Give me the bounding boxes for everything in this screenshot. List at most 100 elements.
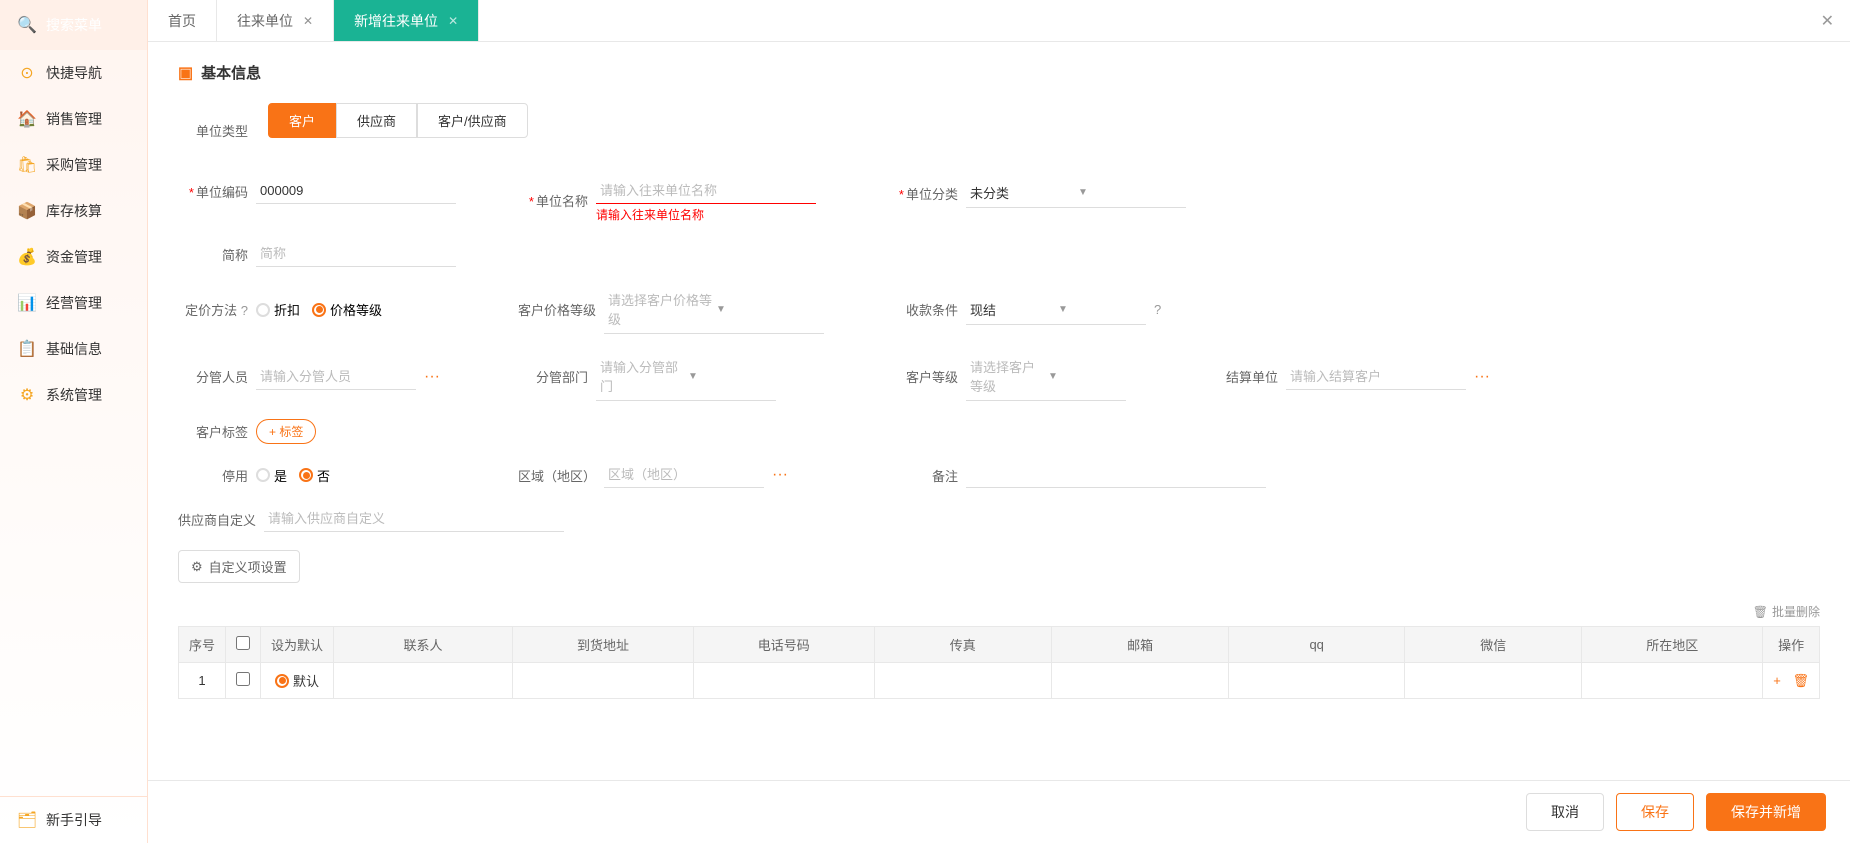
row-contact[interactable] (334, 663, 513, 699)
unit-name-wrap: 请输入往来单位名称 (596, 178, 868, 223)
unit-code-field: 单位编码 (178, 178, 498, 204)
supplier-custom-field: 供应商自定义 (178, 506, 678, 532)
qq-input[interactable] (1239, 673, 1394, 688)
pricing-help-icon[interactable]: ? (241, 303, 248, 318)
sidebar-item-system[interactable]: ⚙ 系统管理 (0, 372, 147, 418)
customer-price-level-select[interactable]: 请选择客户价格等级 ▼ (604, 285, 824, 334)
save-button[interactable]: 保存 (1616, 793, 1694, 831)
sidebar-item-inventory[interactable]: 📦 库存核算 (0, 188, 147, 234)
add-tag-button[interactable]: + 标签 (256, 419, 316, 444)
tabs-close-all[interactable]: ✕ (1805, 0, 1850, 41)
row-wechat[interactable] (1405, 663, 1582, 699)
row-address[interactable] (513, 663, 694, 699)
unit-category-caret: ▼ (1078, 187, 1182, 198)
row-delete-btn[interactable]: 🗑 (1792, 673, 1809, 688)
contact-table: 序号 设为默认 联系人 到货地址 电话号码 传真 邮箱 qq 微信 所在地区 操… (178, 626, 1820, 699)
settlement-unit-label: 结算单位 (1208, 367, 1278, 386)
region-field: 区域（地区） ··· (518, 462, 868, 488)
customer-price-level-label: 客户价格等级 (518, 300, 596, 319)
email-input[interactable] (1062, 673, 1218, 688)
pricing-row: 定价方法 ? 折扣 价格等级 客户价格等级 请选择客户价 (178, 285, 1820, 334)
radio-price-level[interactable]: 价格等级 (312, 300, 382, 319)
department-caret: ▼ (688, 371, 772, 382)
sidebar-item-basic-info[interactable]: 📋 基础信息 (0, 326, 147, 372)
type-btn-both[interactable]: 客户/供应商 (417, 103, 528, 138)
wechat-input[interactable] (1415, 673, 1571, 688)
row-actions: + 🗑 (1763, 663, 1820, 699)
tab-home[interactable]: 首页 (148, 0, 217, 41)
sidebar-item-purchase[interactable]: 🛍 采购管理 (0, 142, 147, 188)
tab-partner[interactable]: 往来单位 ✕ (217, 0, 334, 41)
batch-delete-btn[interactable]: 🗑 批量删除 (1753, 603, 1820, 620)
pricing-method-label: 定价方法 ? (178, 300, 248, 319)
radio-yes-circle (256, 468, 270, 482)
supplier-custom-input[interactable] (264, 506, 564, 532)
row-add-btn[interactable]: + (1773, 673, 1781, 688)
manager-input[interactable] (256, 364, 416, 390)
col-contact: 联系人 (334, 627, 513, 663)
sidebar-item-quick-nav[interactable]: ⊙ 快捷导航 (0, 50, 147, 96)
tab-partner-close[interactable]: ✕ (303, 14, 313, 28)
location-input[interactable] (1592, 673, 1752, 688)
customer-price-level-field: 客户价格等级 请选择客户价格等级 ▼ (518, 285, 868, 334)
payment-terms-help-icon[interactable]: ? (1154, 302, 1161, 317)
customer-level-select[interactable]: 请选择客户等级 ▼ (966, 352, 1126, 401)
tab-new-partner[interactable]: 新增往来单位 ✕ (334, 0, 479, 41)
region-dots[interactable]: ··· (772, 466, 788, 484)
col-address: 到货地址 (513, 627, 694, 663)
tab-new-partner-close[interactable]: ✕ (448, 14, 458, 28)
save-new-button[interactable]: 保存并新增 (1706, 793, 1826, 831)
sidebar-item-search[interactable]: 🔍 搜索菜单 (0, 0, 147, 50)
content-area: ▣ 基本信息 单位类型 客户 供应商 客户/供应商 单位编码 单位名称 请输入往… (148, 42, 1850, 780)
short-name-input[interactable] (256, 241, 456, 267)
row-default-radio[interactable]: 默认 (271, 671, 323, 690)
unit-name-input[interactable] (596, 178, 816, 204)
radio-discount[interactable]: 折扣 (256, 300, 300, 319)
phone-input[interactable] (704, 673, 864, 688)
operations-icon: 📊 (16, 292, 38, 314)
customer-level-caret: ▼ (1048, 371, 1122, 382)
region-input[interactable] (604, 462, 764, 488)
row-location[interactable] (1582, 663, 1763, 699)
col-email: 邮箱 (1051, 627, 1228, 663)
pricing-method-radios: 折扣 价格等级 (256, 300, 382, 319)
unit-code-input[interactable] (256, 178, 456, 204)
remark-input[interactable] (966, 462, 1266, 488)
col-action: 操作 (1763, 627, 1820, 663)
type-btn-supplier[interactable]: 供应商 (336, 103, 417, 138)
settlement-unit-dots[interactable]: ··· (1474, 368, 1490, 386)
row-checkbox[interactable] (236, 672, 250, 686)
payment-terms-select[interactable]: 现结 ▼ (966, 295, 1146, 325)
quick-nav-icon: ⊙ (16, 62, 38, 84)
settlement-unit-input[interactable] (1286, 364, 1466, 390)
sidebar-item-operations[interactable]: 📊 经营管理 (0, 280, 147, 326)
radio-disabled-yes[interactable]: 是 (256, 466, 287, 485)
col-index: 序号 (179, 627, 226, 663)
manager-label: 分管人员 (178, 367, 248, 386)
row-phone[interactable] (693, 663, 874, 699)
sidebar-item-sales[interactable]: 🏠 销售管理 (0, 96, 147, 142)
custom-settings-button[interactable]: ⚙ 自定义项设置 (178, 550, 300, 583)
col-default: 设为默认 (261, 627, 334, 663)
main-area: 首页 往来单位 ✕ 新增往来单位 ✕ ✕ ▣ 基本信息 单位类型 客户 供应商 … (148, 0, 1850, 843)
department-select[interactable]: 请输入分管部门 ▼ (596, 352, 776, 401)
row-fax[interactable] (874, 663, 1051, 699)
contact-input[interactable] (344, 673, 502, 688)
select-all-checkbox[interactable] (236, 636, 250, 650)
radio-disabled-no[interactable]: 否 (299, 466, 330, 485)
cancel-button[interactable]: 取消 (1526, 793, 1604, 831)
col-wechat: 微信 (1405, 627, 1582, 663)
manager-dots[interactable]: ··· (424, 368, 440, 386)
address-input[interactable] (523, 673, 683, 688)
type-btn-customer[interactable]: 客户 (268, 103, 336, 138)
region-label: 区域（地区） (518, 466, 596, 485)
short-name-row: 简称 (178, 241, 1820, 267)
sidebar-item-guide[interactable]: 🗂 新手引导 (0, 797, 147, 843)
fax-input[interactable] (885, 673, 1041, 688)
short-name-field: 简称 (178, 241, 498, 267)
unit-category-select[interactable]: 未分类 ▼ (966, 178, 1186, 208)
row-qq[interactable] (1229, 663, 1405, 699)
row-email[interactable] (1051, 663, 1228, 699)
sidebar-item-finance[interactable]: 💰 资金管理 (0, 234, 147, 280)
pricing-method-field: 定价方法 ? 折扣 价格等级 (178, 300, 498, 319)
